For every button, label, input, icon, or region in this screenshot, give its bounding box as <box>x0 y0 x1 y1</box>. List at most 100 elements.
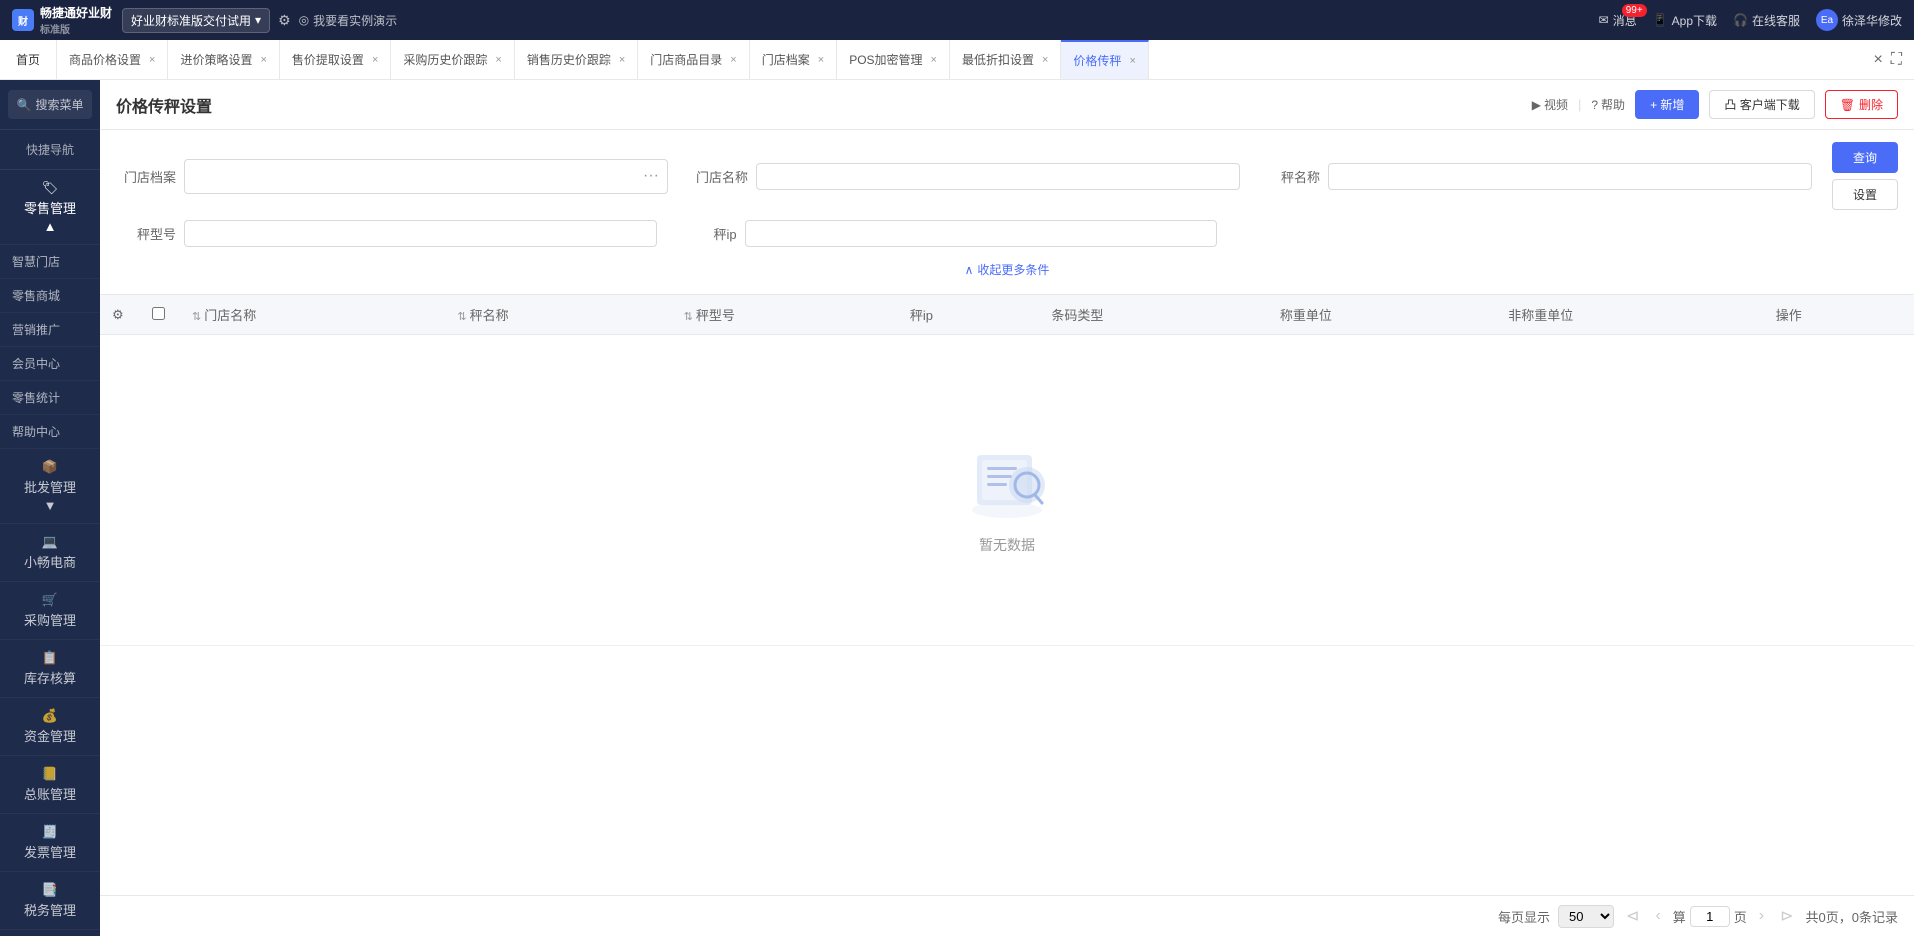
sidebar-item-member[interactable]: 会员中心 <box>0 347 100 381</box>
page-size-select[interactable]: 50 10 20 100 <box>1558 905 1614 928</box>
tabs-end: × ⛶ <box>1861 51 1914 69</box>
sidebar-search: 🔍 搜索菜单 <box>0 80 100 130</box>
filter-store-name: 门店名称 <box>688 163 1240 190</box>
th-checkbox[interactable] <box>140 295 180 335</box>
sidebar-item-smart-store[interactable]: 智慧门店 <box>0 245 100 279</box>
sidebar-item-retail-stats[interactable]: 零售统计 <box>0 381 100 415</box>
next-page-btn[interactable]: › <box>1755 905 1768 927</box>
query-button[interactable]: 查询 <box>1832 142 1898 173</box>
tab-price-setting[interactable]: 商品价格设置 × <box>57 40 168 80</box>
sidebar-gear-btn[interactable]: ⚙ <box>0 930 100 936</box>
scale-ip-input[interactable] <box>745 220 1218 247</box>
tab-pos-manage[interactable]: POS加密管理 × <box>837 40 950 80</box>
scale-model-input[interactable] <box>184 220 657 247</box>
app-logo: 财 畅捷通好业财 标准版 <box>12 4 112 36</box>
messages-badge: 99+ <box>1622 4 1647 17</box>
logo-icon: 财 <box>12 9 34 31</box>
select-all-checkbox[interactable] <box>152 307 165 320</box>
demo-link[interactable]: ◎ 我要看实例演示 <box>299 12 398 29</box>
tab-sale-price[interactable]: 售价提取设置 × <box>280 40 391 80</box>
main-layout: 🔍 搜索菜单 快捷导航 🏷 零售管理 ▲ 智慧门店 零售商城 营销推广 会员 <box>0 80 1914 936</box>
th-scale-model[interactable]: 秤型号 <box>672 295 898 335</box>
sidebar-item-retail[interactable]: 🏷 零售管理 ▲ <box>0 170 100 245</box>
sidebar-item-tax[interactable]: 📑 税务管理 <box>0 872 100 930</box>
message-icon: ✉ <box>1599 13 1609 27</box>
online-service-btn[interactable]: 🎧 在线客服 <box>1733 12 1800 29</box>
th-non-weight-unit: 非称重单位 <box>1496 295 1763 335</box>
page-title: 价格传秤设置 <box>116 93 212 117</box>
filter-scale-name: 秤名称 <box>1260 163 1812 190</box>
page-number-input[interactable] <box>1690 906 1730 927</box>
messages-btn[interactable]: ✉ 消息 99+ <box>1599 12 1637 29</box>
user-info[interactable]: Ea 徐泽华修改 <box>1816 9 1902 31</box>
tab-close-purchase-strategy[interactable]: × <box>260 54 266 66</box>
tab-close-sale-history[interactable]: × <box>619 54 625 66</box>
download-client-button[interactable]: 凸 客户端下载 <box>1709 90 1814 119</box>
sidebar-item-marketing[interactable]: 营销推广 <box>0 313 100 347</box>
collapse-btn[interactable]: ∧ 收起更多条件 <box>961 257 1054 282</box>
sidebar-item-inventory[interactable]: 📋 库存核算 <box>0 640 100 698</box>
sidebar-item-wholesale[interactable]: 📦 批发管理 ▼ <box>0 449 100 524</box>
sidebar-item-purchase[interactable]: 🛒 采购管理 <box>0 582 100 640</box>
video-link[interactable]: ▶ 视频 <box>1532 96 1568 113</box>
first-page-btn[interactable]: ⊲ <box>1622 904 1643 928</box>
delete-icon: 🗑 <box>1840 98 1855 112</box>
search-menu-btn[interactable]: 🔍 搜索菜单 <box>8 90 92 119</box>
help-link[interactable]: ? 帮助 <box>1591 96 1625 113</box>
chevron-up-icon: ∧ <box>965 263 974 277</box>
settings-icon-btn[interactable]: ⚙ <box>278 12 291 29</box>
tab-min-discount[interactable]: 最低折扣设置 × <box>950 40 1061 80</box>
last-page-btn[interactable]: ⊳ <box>1776 904 1797 928</box>
sidebar-item-finance[interactable]: 💰 资金管理 <box>0 698 100 756</box>
delete-button[interactable]: 🗑 删除 <box>1825 90 1898 119</box>
tab-close-min-discount[interactable]: × <box>1042 54 1048 66</box>
th-settings[interactable]: ⚙ <box>100 295 140 335</box>
quick-nav-btn[interactable]: 快捷导航 <box>8 136 92 163</box>
help-icon: ? <box>1591 98 1598 112</box>
tab-close-pos-manage[interactable]: × <box>931 54 937 66</box>
tab-close-store-catalog[interactable]: × <box>730 54 736 66</box>
play-icon: ▶ <box>1532 98 1541 112</box>
tab-close-purchase-history[interactable]: × <box>495 54 501 66</box>
sidebar-item-invoice[interactable]: 🧾 发票管理 <box>0 814 100 872</box>
store-file-input[interactable] <box>193 164 643 189</box>
sidebar-item-ecommerce[interactable]: 💻 小畅电商 <box>0 524 100 582</box>
page-info: 共0页，0条记录 <box>1806 907 1898 926</box>
tab-purchase-strategy[interactable]: 进价策略设置 × <box>168 40 279 80</box>
empty-state: 暂无数据 <box>112 345 1902 635</box>
sidebar-item-help[interactable]: 帮助中心 <box>0 415 100 449</box>
maximize-tab-btn[interactable]: ⛶ <box>1887 51 1906 69</box>
store-name-input[interactable] <box>756 163 1240 190</box>
th-store-name[interactable]: 门店名称 <box>180 295 445 335</box>
tab-close-price-setting[interactable]: × <box>149 54 155 66</box>
prev-page-btn[interactable]: ‹ <box>1651 905 1664 927</box>
top-bar-right: ✉ 消息 99+ 📱 App下载 🎧 在线客服 Ea 徐泽华修改 <box>1599 9 1902 31</box>
tab-close-price-transmit[interactable]: × <box>1129 55 1135 67</box>
sidebar-item-retail-mall[interactable]: 零售商城 <box>0 279 100 313</box>
scale-name-input[interactable] <box>1328 163 1812 190</box>
header-divider: | <box>1578 97 1581 112</box>
filter-store-file: 门店档案 ··· <box>116 159 668 194</box>
tab-store-catalog[interactable]: 门店商品目录 × <box>638 40 749 80</box>
tab-close-store-file[interactable]: × <box>818 54 824 66</box>
tab-close-sale-price[interactable]: × <box>372 54 378 66</box>
close-tab-btn[interactable]: × <box>1869 51 1886 69</box>
settings-query-button[interactable]: 设置 <box>1832 179 1898 210</box>
eye-icon: ◎ <box>299 13 309 27</box>
app-download-btn[interactable]: 📱 App下载 <box>1653 12 1717 29</box>
tab-sale-history[interactable]: 销售历史价跟踪 × <box>515 40 638 80</box>
filter-area: 门店档案 ··· 门店名称 秤名称 查询 设置 <box>100 130 1914 295</box>
add-button[interactable]: + 新增 <box>1635 90 1699 119</box>
th-scale-name[interactable]: 秤名称 <box>445 295 671 335</box>
tab-home[interactable]: 首页 <box>0 40 57 80</box>
page-size-label: 每页显示 <box>1498 907 1550 926</box>
tab-price-transmit[interactable]: 价格传秤 × <box>1061 40 1148 80</box>
store-name-label: 门店名称 <box>688 167 748 186</box>
tab-purchase-history[interactable]: 采购历史价跟踪 × <box>391 40 514 80</box>
sidebar-item-general-ledger[interactable]: 📒 总账管理 <box>0 756 100 814</box>
table-body: 暂无数据 <box>100 335 1914 646</box>
filter-row-2: 秤型号 秤ip <box>116 220 1898 247</box>
tab-store-file[interactable]: 门店档案 × <box>750 40 837 80</box>
version-select[interactable]: 好业财标准版交付试用 ▾ <box>122 8 270 33</box>
store-file-dots[interactable]: ··· <box>643 167 659 185</box>
